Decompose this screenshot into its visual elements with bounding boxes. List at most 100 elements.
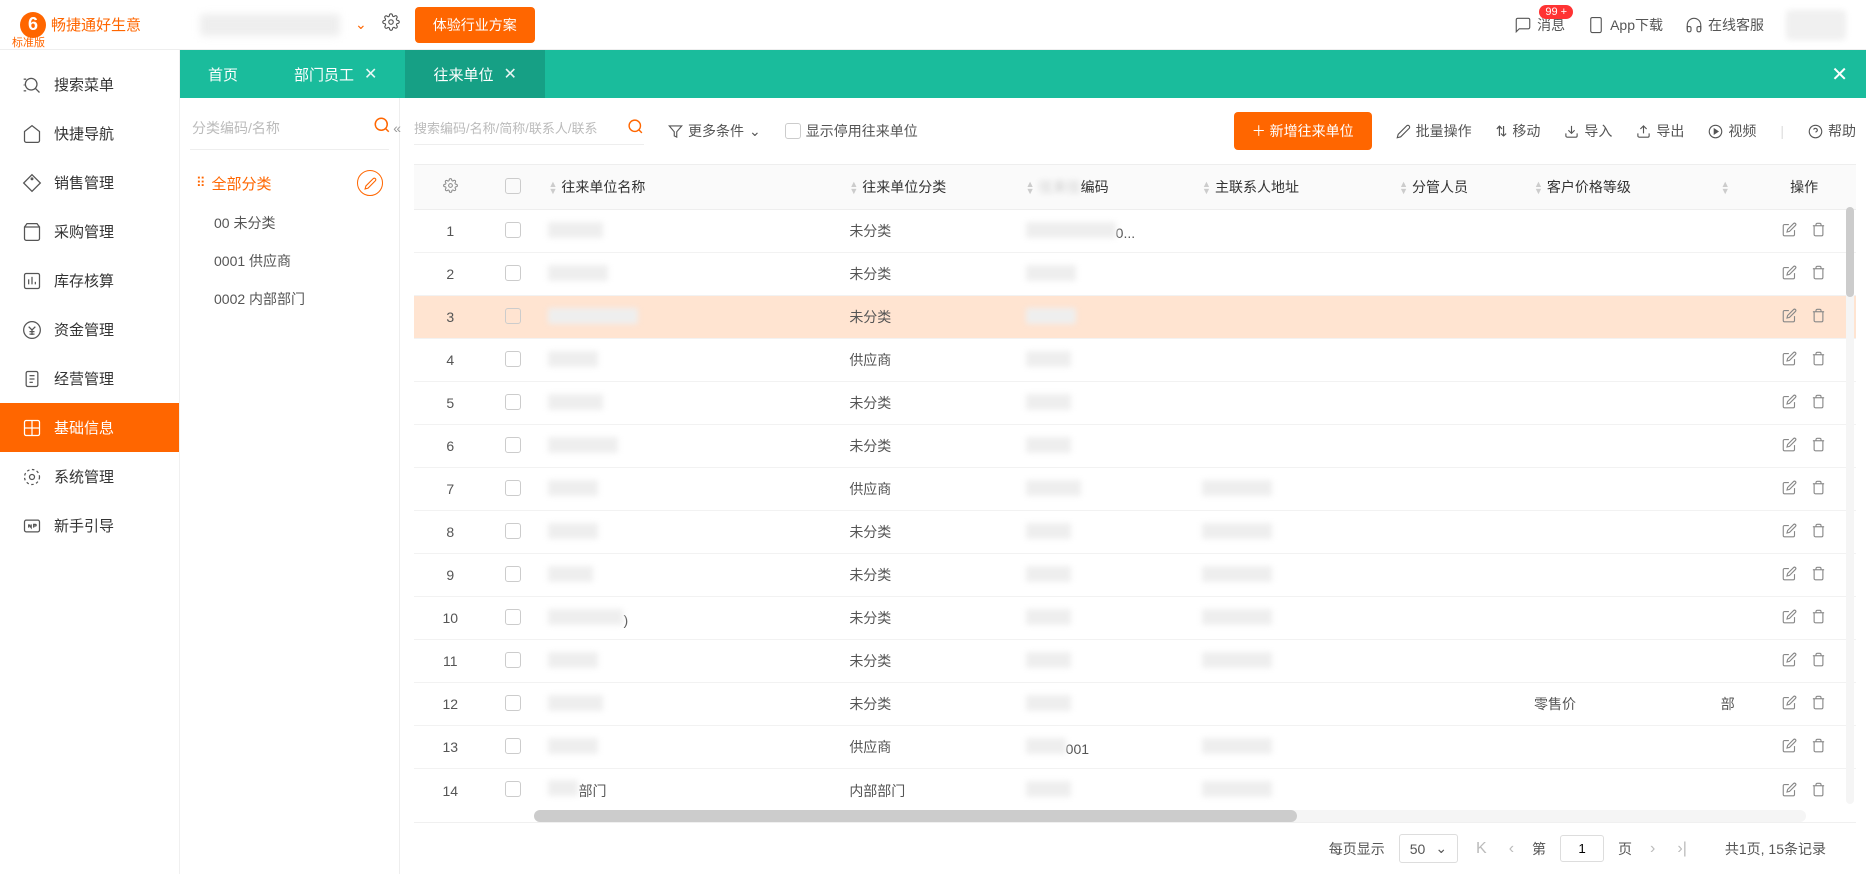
delete-row-icon[interactable]	[1811, 480, 1826, 498]
row-checkbox[interactable]	[487, 511, 539, 554]
horizontal-scrollbar[interactable]	[534, 810, 1806, 822]
last-page-button[interactable]: ›|	[1673, 840, 1690, 858]
sidebar-item-7[interactable]: 基础信息	[0, 403, 179, 452]
tab-0[interactable]: 首页	[180, 50, 266, 98]
edit-row-icon[interactable]	[1782, 652, 1797, 670]
help-action[interactable]: 帮助	[1808, 121, 1856, 141]
collapse-tree-icon[interactable]: «	[393, 120, 401, 136]
table-row[interactable]: 9 未分类	[414, 554, 1856, 597]
show-disabled-toggle[interactable]: 显示停用往来单位	[785, 121, 918, 141]
delete-row-icon[interactable]	[1811, 222, 1826, 240]
table-row[interactable]: 13 供应商 001	[414, 726, 1856, 769]
edit-row-icon[interactable]	[1782, 222, 1797, 240]
download-link[interactable]: App下载	[1587, 15, 1663, 35]
row-checkbox[interactable]	[487, 210, 539, 253]
col-select-all[interactable]	[487, 165, 539, 210]
batch-action[interactable]: 批量操作	[1396, 121, 1472, 141]
col-settings[interactable]	[414, 165, 487, 210]
row-checkbox[interactable]	[487, 640, 539, 683]
row-checkbox[interactable]	[487, 468, 539, 511]
close-all-tabs[interactable]: ✕	[1813, 50, 1866, 98]
edit-row-icon[interactable]	[1782, 523, 1797, 541]
sidebar-item-2[interactable]: 销售管理	[0, 158, 179, 207]
edit-row-icon[interactable]	[1782, 480, 1797, 498]
col-extra[interactable]: ▲▼	[1711, 165, 1752, 210]
messages-link[interactable]: 消息 99 +	[1514, 15, 1565, 35]
search-input[interactable]	[414, 121, 627, 136]
table-row[interactable]: 3 未分类	[414, 296, 1856, 339]
table-row[interactable]: 10 ) 未分类	[414, 597, 1856, 640]
tree-search-input[interactable]	[192, 120, 373, 136]
row-checkbox[interactable]	[487, 554, 539, 597]
table-row[interactable]: 2 未分类	[414, 253, 1856, 296]
gear-icon[interactable]	[382, 13, 400, 36]
delete-row-icon[interactable]	[1811, 394, 1826, 412]
delete-row-icon[interactable]	[1811, 695, 1826, 713]
edit-row-icon[interactable]	[1782, 308, 1797, 326]
delete-row-icon[interactable]	[1811, 738, 1826, 756]
tab-2[interactable]: 往来单位✕	[405, 50, 544, 98]
tree-item-0[interactable]: 00 未分类	[190, 204, 389, 242]
row-checkbox[interactable]	[487, 769, 539, 808]
table-row[interactable]: 5 未分类	[414, 382, 1856, 425]
sidebar-item-5[interactable]: 资金管理	[0, 305, 179, 354]
next-page-button[interactable]: ›	[1646, 840, 1659, 858]
page-input[interactable]	[1560, 835, 1604, 862]
delete-row-icon[interactable]	[1811, 265, 1826, 283]
row-checkbox[interactable]	[487, 296, 539, 339]
edit-row-icon[interactable]	[1782, 566, 1797, 584]
avatar[interactable]	[1786, 10, 1846, 40]
export-action[interactable]: 导出	[1636, 121, 1684, 141]
close-icon[interactable]: ✕	[364, 64, 377, 84]
service-link[interactable]: 在线客服	[1685, 15, 1764, 35]
edit-row-icon[interactable]	[1782, 695, 1797, 713]
chevron-down-icon[interactable]: ⌄	[355, 16, 367, 33]
per-page-select[interactable]: 50 ⌄	[1399, 834, 1458, 863]
row-checkbox[interactable]	[487, 683, 539, 726]
row-checkbox[interactable]	[487, 425, 539, 468]
table-row[interactable]: 6 未分类	[414, 425, 1856, 468]
sidebar-item-3[interactable]: 采购管理	[0, 207, 179, 256]
edit-tree-icon[interactable]	[357, 170, 383, 196]
delete-row-icon[interactable]	[1811, 437, 1826, 455]
delete-row-icon[interactable]	[1811, 782, 1826, 800]
add-button[interactable]: ＋ 新增往来单位	[1234, 112, 1372, 150]
table-row[interactable]: 1 未分类 0...	[414, 210, 1856, 253]
col-name[interactable]: ▲▼往来单位名称	[538, 165, 839, 210]
col-category[interactable]: ▲▼往来单位分类	[839, 165, 1015, 210]
tree-item-2[interactable]: 0002 内部部门	[190, 280, 389, 318]
sidebar-item-8[interactable]: 系统管理	[0, 452, 179, 501]
delete-row-icon[interactable]	[1811, 609, 1826, 627]
table-row[interactable]: 11 未分类	[414, 640, 1856, 683]
search-icon[interactable]	[373, 116, 391, 139]
row-checkbox[interactable]	[487, 726, 539, 769]
search-icon[interactable]	[627, 118, 644, 140]
table-row[interactable]: 12 未分类 零售价 部	[414, 683, 1856, 726]
vertical-scrollbar[interactable]	[1846, 207, 1854, 804]
sidebar-item-9[interactable]: 新手引导	[0, 501, 179, 550]
edit-row-icon[interactable]	[1782, 265, 1797, 283]
more-filters[interactable]: 更多条件 ⌄	[668, 121, 761, 141]
prev-page-button[interactable]: ‹	[1505, 840, 1518, 858]
tree-item-1[interactable]: 0001 供应商	[190, 242, 389, 280]
col-manager[interactable]: ▲▼分管人员	[1389, 165, 1524, 210]
col-code[interactable]: ▲▼往来往编码	[1016, 165, 1192, 210]
edit-row-icon[interactable]	[1782, 782, 1797, 800]
delete-row-icon[interactable]	[1811, 523, 1826, 541]
col-addr[interactable]: ▲▼主联系人地址	[1192, 165, 1389, 210]
move-action[interactable]: ⇅ 移动	[1496, 121, 1541, 141]
sidebar-item-1[interactable]: 快捷导航	[0, 109, 179, 158]
row-checkbox[interactable]	[487, 597, 539, 640]
sidebar-item-6[interactable]: 经营管理	[0, 354, 179, 403]
edit-row-icon[interactable]	[1782, 351, 1797, 369]
row-checkbox[interactable]	[487, 382, 539, 425]
delete-row-icon[interactable]	[1811, 566, 1826, 584]
first-page-button[interactable]: K	[1472, 840, 1491, 858]
delete-row-icon[interactable]	[1811, 308, 1826, 326]
col-price[interactable]: ▲▼客户价格等级	[1524, 165, 1711, 210]
edit-row-icon[interactable]	[1782, 609, 1797, 627]
edit-row-icon[interactable]	[1782, 437, 1797, 455]
table-row[interactable]: 7 供应商	[414, 468, 1856, 511]
tab-1[interactable]: 部门员工✕	[266, 50, 405, 98]
table-row[interactable]: 8 未分类	[414, 511, 1856, 554]
